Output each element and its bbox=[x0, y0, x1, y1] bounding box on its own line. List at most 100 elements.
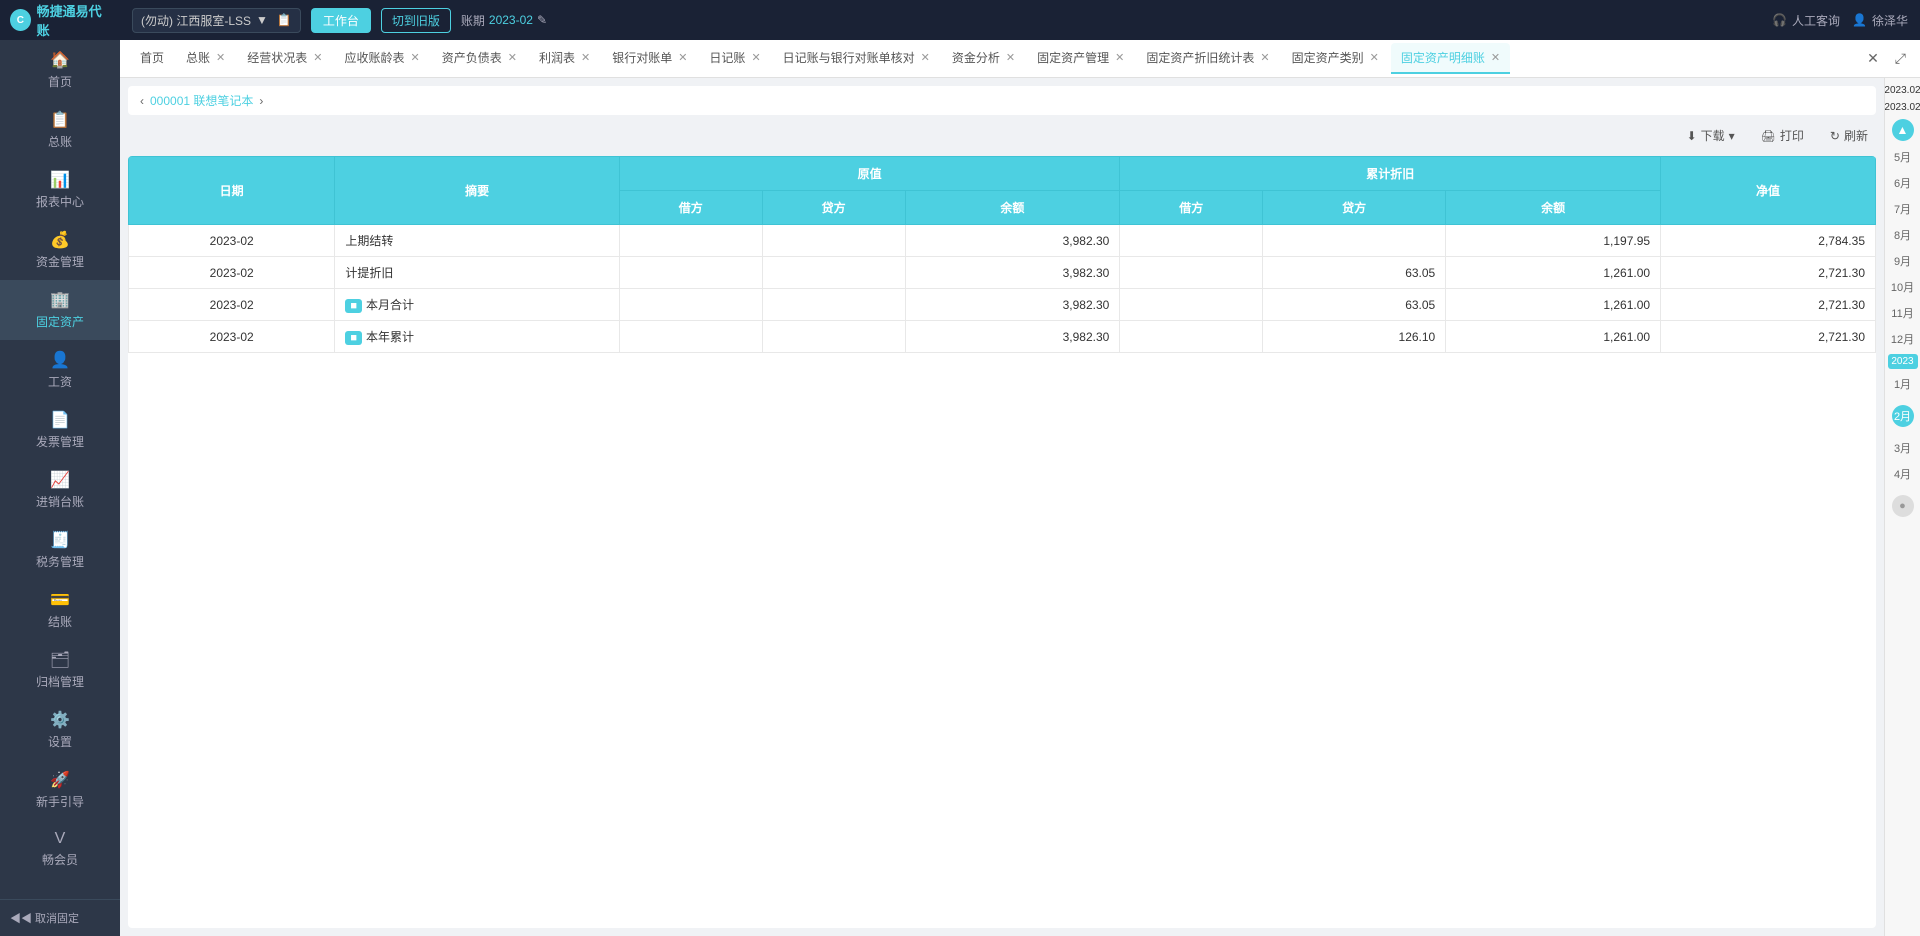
app-name: 畅捷通易代账 bbox=[37, 1, 110, 39]
download-button[interactable]: ⬇ 下载 ▾ bbox=[1679, 123, 1743, 148]
expand-tab-btn[interactable]: ⤢ bbox=[1891, 46, 1910, 71]
tab-close-business[interactable]: ✕ bbox=[313, 51, 322, 64]
sidebar-item-report[interactable]: 📊 报表中心 bbox=[0, 160, 120, 220]
right-panel-item-6[interactable]: 11月 bbox=[1887, 300, 1918, 326]
cell-yz-credit-1 bbox=[762, 257, 905, 289]
tab-journal[interactable]: 日记账✕ bbox=[699, 43, 770, 74]
tab-label-profit: 利润表 bbox=[539, 49, 575, 66]
tab-home[interactable]: 首页 bbox=[130, 43, 174, 74]
support-btn[interactable]: 🎧 人工客询 bbox=[1772, 12, 1840, 29]
cell-yz-debit-3 bbox=[619, 321, 762, 353]
cell-lj-credit-3: 126.10 bbox=[1263, 321, 1446, 353]
tab-close-journal[interactable]: ✕ bbox=[751, 51, 760, 64]
cell-yz-debit-0 bbox=[619, 225, 762, 257]
tab-fund[interactable]: 资金分析✕ bbox=[942, 43, 1025, 74]
right-panel-item-0[interactable]: 5月 bbox=[1887, 144, 1918, 170]
cell-desc-0: 上期结转 bbox=[335, 225, 620, 257]
right-panel-up-btn[interactable]: ▲ bbox=[1892, 119, 1914, 141]
cell-desc-2: ■本月合计 bbox=[335, 289, 620, 321]
tab-close-ledger[interactable]: ✕ bbox=[216, 51, 225, 64]
cell-date-3: 2023-02 bbox=[129, 321, 335, 353]
col-desc: 摘要 bbox=[335, 157, 620, 225]
sidebar-label-payroll: 工资 bbox=[48, 373, 72, 390]
right-panel-item-4[interactable]: 9月 bbox=[1887, 248, 1918, 274]
tab-close-assets[interactable]: ✕ bbox=[508, 51, 517, 64]
period-edit-icon[interactable]: ✎ bbox=[537, 13, 547, 27]
right-panel-circle-btn[interactable]: ● bbox=[1892, 495, 1914, 517]
tab-fixed-detail[interactable]: 固定资产明细账✕ bbox=[1391, 43, 1510, 74]
copy-icon[interactable]: 📋 bbox=[277, 13, 292, 27]
sidebar-item-fund[interactable]: 💰 资金管理 bbox=[0, 220, 120, 280]
print-button[interactable]: 🖨 打印 bbox=[1753, 123, 1812, 148]
tab-profit[interactable]: 利润表 ✕ bbox=[529, 43, 600, 74]
right-panel-item-10[interactable]: 2月 bbox=[1887, 397, 1918, 435]
right-panel-item-2[interactable]: 7月 bbox=[1887, 196, 1918, 222]
tab-fixed-deprec[interactable]: 固定资产折旧统计表✕ bbox=[1136, 43, 1279, 74]
tab-close-fixed-detail[interactable]: ✕ bbox=[1491, 51, 1500, 64]
company-selector[interactable]: (勿动) 江西服室-LSS ▼ 📋 bbox=[132, 8, 301, 33]
sidebar-label-member: 畅会员 bbox=[42, 851, 78, 868]
sidebar-item-ledger[interactable]: 📋 总账 bbox=[0, 100, 120, 160]
tab-close-receivable[interactable]: ✕ bbox=[411, 51, 420, 64]
sidebar-item-settings[interactable]: ⚙️ 设置 bbox=[0, 700, 120, 760]
right-panel-item-3[interactable]: 8月 bbox=[1887, 222, 1918, 248]
sidebar-unpin-btn[interactable]: ◀◀ 取消固定 bbox=[0, 899, 120, 936]
right-panel-item-7[interactable]: 12月 bbox=[1887, 326, 1918, 352]
tab-label-ledger: 总账 bbox=[186, 49, 210, 66]
right-panel-item-1[interactable]: 6月 bbox=[1887, 170, 1918, 196]
sidebar-item-member[interactable]: V 畅会员 bbox=[0, 820, 120, 878]
switch-version-button[interactable]: 切到旧版 bbox=[381, 8, 451, 33]
sidebar-item-guide[interactable]: 🚀 新手引导 bbox=[0, 760, 120, 820]
sidebar-item-fixed[interactable]: 🏢 固定资产 bbox=[0, 280, 120, 340]
breadcrumb-prev-btn[interactable]: ‹ bbox=[140, 94, 144, 108]
settings-icon: ⚙️ bbox=[50, 710, 70, 730]
cell-lj-balance-0: 1,197.95 bbox=[1446, 225, 1661, 257]
tab-ledger[interactable]: 总账 ✕ bbox=[176, 43, 235, 74]
sidebar-item-sales[interactable]: 📈 进销台账 bbox=[0, 460, 120, 520]
tab-close-profit[interactable]: ✕ bbox=[581, 51, 590, 64]
period-label: 账期 2023-02 ✎ bbox=[461, 12, 547, 29]
sidebar-item-payroll[interactable]: 👤 工资 bbox=[0, 340, 120, 400]
refresh-button[interactable]: ↻ 刷新 bbox=[1822, 123, 1876, 148]
sidebar-item-settle[interactable]: 💳 结账 bbox=[0, 580, 120, 640]
tab-close-fixed-type[interactable]: ✕ bbox=[1370, 51, 1379, 64]
breadcrumb-link[interactable]: 000001 联想笔记本 bbox=[150, 92, 253, 109]
cell-desc-1: 计提折旧 bbox=[335, 257, 620, 289]
right-panel-item-12[interactable]: 4月 bbox=[1887, 461, 1918, 487]
tab-fixed-type[interactable]: 固定资产类别✕ bbox=[1282, 43, 1389, 74]
tab-close-bank[interactable]: ✕ bbox=[678, 51, 687, 64]
breadcrumb-next-btn[interactable]: › bbox=[259, 94, 263, 108]
sidebar-item-archive[interactable]: 🗂 归档管理 bbox=[0, 640, 120, 700]
archive-icon: 🗂 bbox=[50, 650, 70, 670]
content-area: ‹ 000001 联想笔记本 › ⬇ 下载 ▾ 🖨 打印 ↻ 刷新 bbox=[120, 78, 1920, 936]
right-panel-item-11[interactable]: 3月 bbox=[1887, 435, 1918, 461]
tab-journal-bank[interactable]: 日记账与银行对账单核对✕ bbox=[773, 43, 940, 74]
app-logo: C 畅捷通易代账 bbox=[0, 0, 120, 40]
sidebar-item-tax[interactable]: 🧾 税务管理 bbox=[0, 520, 120, 580]
tab-business[interactable]: 经营状况表✕ bbox=[237, 43, 332, 74]
cell-date-2: 2023-02 bbox=[129, 289, 335, 321]
right-panel-item-5[interactable]: 10月 bbox=[1887, 274, 1918, 300]
cell-yz-balance-3: 3,982.30 bbox=[905, 321, 1120, 353]
sidebar-item-invoice[interactable]: 📄 发票管理 bbox=[0, 400, 120, 460]
right-panel-item-13[interactable]: ● bbox=[1887, 487, 1918, 525]
tab-bank[interactable]: 银行对账单✕ bbox=[602, 43, 697, 74]
sidebar-item-home[interactable]: 🏠 首页 bbox=[0, 40, 120, 100]
right-panel-item-9[interactable]: 1月 bbox=[1887, 371, 1918, 397]
right-panel-item-8[interactable]: 2023 bbox=[1888, 354, 1918, 369]
sidebar-label-settings: 设置 bbox=[48, 733, 72, 750]
right-panel-active-month[interactable]: 2月 bbox=[1892, 405, 1914, 427]
cell-yz-balance-0: 3,982.30 bbox=[905, 225, 1120, 257]
user-menu[interactable]: 👤 徐泽华 bbox=[1852, 12, 1908, 29]
tab-close-journal-bank[interactable]: ✕ bbox=[921, 51, 930, 64]
cell-yz-balance-2: 3,982.30 bbox=[905, 289, 1120, 321]
close-all-tabs-btn[interactable]: ✕ bbox=[1863, 46, 1883, 71]
tab-close-fund[interactable]: ✕ bbox=[1006, 51, 1015, 64]
tab-close-fixed-mgmt[interactable]: ✕ bbox=[1115, 51, 1124, 64]
workbench-button[interactable]: 工作台 bbox=[311, 8, 371, 33]
tab-assets[interactable]: 资产负债表✕ bbox=[432, 43, 527, 74]
tab-fixed-mgmt[interactable]: 固定资产管理✕ bbox=[1027, 43, 1134, 74]
tab-receivable[interactable]: 应收账龄表✕ bbox=[334, 43, 429, 74]
tab-close-fixed-deprec[interactable]: ✕ bbox=[1260, 51, 1269, 64]
cell-lj-credit-0 bbox=[1263, 225, 1446, 257]
